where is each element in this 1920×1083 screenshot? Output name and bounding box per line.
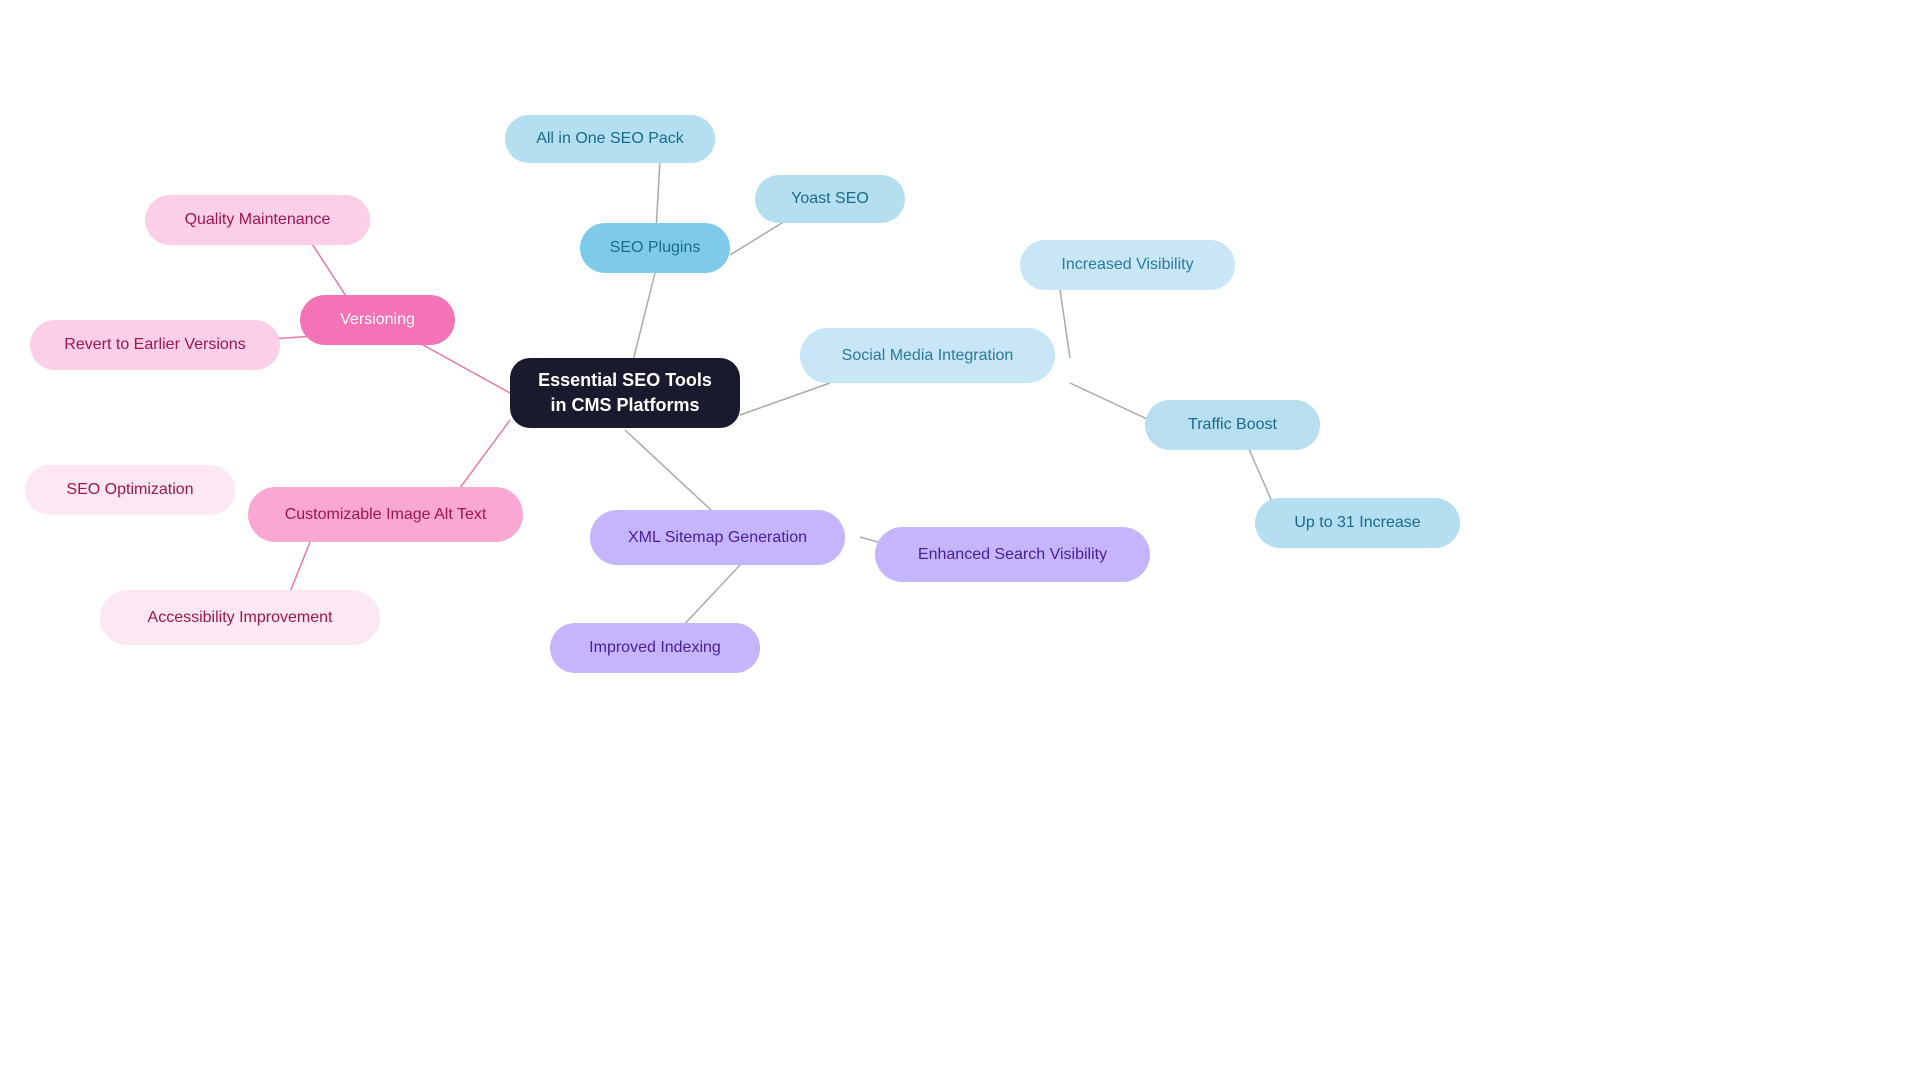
yoast-seo-node: Yoast SEO — [755, 175, 905, 223]
improved-indexing-node: Improved Indexing — [550, 623, 760, 673]
xml-sitemap-node: XML Sitemap Generation — [590, 510, 845, 565]
social-media-node: Social Media Integration — [800, 328, 1055, 383]
center-node: Essential SEO Tools in CMS Platforms — [510, 358, 740, 428]
seo-optimization-node: SEO Optimization — [25, 465, 235, 515]
seo-plugins-node: SEO Plugins — [580, 223, 730, 273]
versioning-node: Versioning — [300, 295, 455, 345]
increased-visibility-node: Increased Visibility — [1020, 240, 1235, 290]
enhanced-search-node: Enhanced Search Visibility — [875, 527, 1150, 582]
traffic-boost-node: Traffic Boost — [1145, 400, 1320, 450]
up-to-31-node: Up to 31 Increase — [1255, 498, 1460, 548]
customizable-alt-node: Customizable Image Alt Text — [248, 487, 523, 542]
revert-versions-node: Revert to Earlier Versions — [30, 320, 280, 370]
accessibility-node: Accessibility Improvement — [100, 590, 380, 645]
quality-maintenance-node: Quality Maintenance — [145, 195, 370, 245]
all-in-one-seo-node: All in One SEO Pack — [505, 115, 715, 163]
